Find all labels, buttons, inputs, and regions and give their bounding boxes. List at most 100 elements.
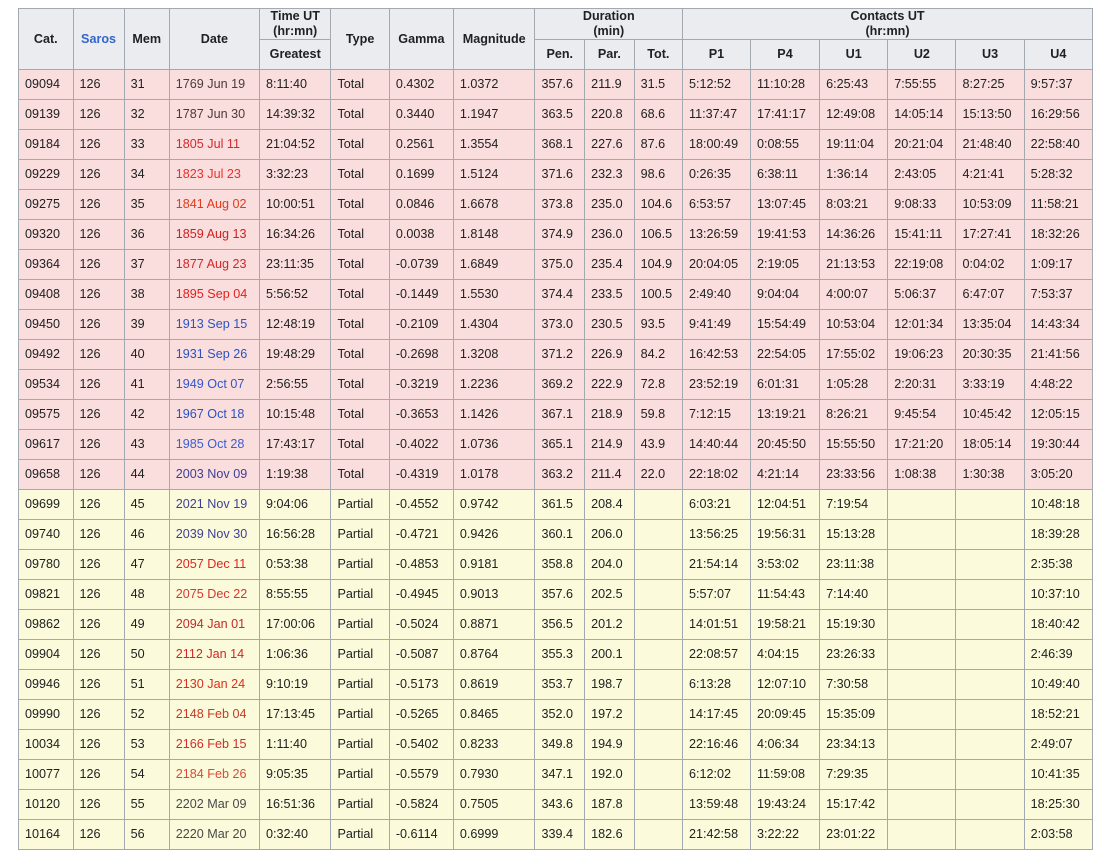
cell-tot: 84.2	[633, 339, 684, 371]
cell-pen: 374.9	[534, 219, 586, 251]
cell-mem: 47	[123, 549, 170, 581]
cell-u4: 21:41:56	[1023, 339, 1093, 371]
cell-mem: 54	[123, 759, 170, 791]
cell-par: 197.2	[584, 699, 635, 731]
saros-header-link[interactable]: Saros	[81, 32, 116, 46]
cell-mem: 31	[123, 69, 170, 101]
cell-tot: 87.6	[633, 129, 684, 161]
cell-greatest: 3:32:23	[258, 159, 332, 191]
cell-u2: 12:01:34	[887, 309, 957, 341]
cell-greatest: 23:11:35	[258, 249, 332, 281]
cell-type: Partial	[330, 579, 390, 611]
cell-greatest: 0:32:40	[258, 819, 332, 850]
cell-greatest: 17:43:17	[258, 429, 332, 461]
cell-p1: 14:17:45	[682, 699, 751, 731]
cell-greatest: 21:04:52	[258, 129, 332, 161]
cell-mem: 48	[123, 579, 170, 611]
cell-gamma: -0.4853	[388, 549, 454, 581]
cell-p1: 5:12:52	[682, 69, 751, 101]
cell-u1: 17:55:02	[819, 339, 889, 371]
cell-greatest: 16:51:36	[258, 789, 332, 821]
cell-p4: 4:04:15	[749, 639, 821, 671]
cell-saros: 126	[72, 339, 125, 371]
cell-p4: 4:21:14	[749, 459, 821, 491]
cell-date: 2184 Feb 26	[168, 759, 260, 791]
cell-p1: 14:01:51	[682, 609, 751, 641]
cell-p1: 6:03:21	[682, 489, 751, 521]
column-header-time-ut: Time UT (hr:mn)	[258, 7, 332, 41]
cell-date: 2003 Nov 09	[168, 459, 260, 491]
table-row: 09575 126 42 1967 Oct 18 10:15:48 Total -0.365…	[18, 399, 1093, 431]
cell-saros: 126	[72, 399, 125, 431]
cell-par: 200.1	[584, 639, 635, 671]
cell-greatest: 8:55:55	[258, 579, 332, 611]
cell-saros: 126	[72, 759, 125, 791]
cell-cat: 09320	[18, 219, 74, 251]
cell-date: 1895 Sep 04	[168, 279, 260, 311]
cell-mem: 38	[123, 279, 170, 311]
cell-cat: 09534	[18, 369, 74, 401]
cell-u1: 7:14:40	[819, 579, 889, 611]
column-header-par: Par.	[584, 39, 635, 71]
cell-u2: 19:06:23	[887, 339, 957, 371]
cell-date: 2021 Nov 19	[168, 489, 260, 521]
cell-p4: 19:56:31	[749, 519, 821, 551]
cell-tot	[633, 639, 684, 671]
cell-type: Total	[330, 99, 390, 131]
cell-u1: 1:05:28	[819, 369, 889, 401]
cell-p4: 11:54:43	[749, 579, 821, 611]
cell-greatest: 12:48:19	[258, 309, 332, 341]
cell-date: 2057 Dec 11	[168, 549, 260, 581]
cell-pen: 357.6	[534, 579, 586, 611]
cell-p4: 2:19:05	[749, 249, 821, 281]
cell-gamma: -0.5402	[388, 729, 454, 761]
cell-u2	[887, 759, 957, 791]
cell-u3: 21:48:40	[955, 129, 1025, 161]
cell-magnitude: 0.8465	[452, 699, 536, 731]
cell-u3: 10:45:42	[955, 399, 1025, 431]
cell-u4: 10:41:35	[1023, 759, 1093, 791]
cell-par: 198.7	[584, 669, 635, 701]
cell-mem: 49	[123, 609, 170, 641]
cell-mem: 40	[123, 339, 170, 371]
cell-cat: 09408	[18, 279, 74, 311]
cell-p1: 16:42:53	[682, 339, 751, 371]
cell-cat: 09139	[18, 99, 74, 131]
cell-u3: 15:13:50	[955, 99, 1025, 131]
cell-type: Partial	[330, 489, 390, 521]
cell-date: 1949 Oct 07	[168, 369, 260, 401]
cell-mem: 32	[123, 99, 170, 131]
cell-type: Partial	[330, 729, 390, 761]
cell-gamma: -0.4552	[388, 489, 454, 521]
column-header-saros: Saros	[72, 7, 125, 71]
cell-mem: 55	[123, 789, 170, 821]
cell-mem: 51	[123, 669, 170, 701]
cell-type: Total	[330, 279, 390, 311]
column-header-contacts-group: Contacts UT (hr:mn)	[682, 7, 1093, 41]
cell-pen: 365.1	[534, 429, 586, 461]
cell-par: 220.8	[584, 99, 635, 131]
cell-tot: 43.9	[633, 429, 684, 461]
cell-p4: 13:19:21	[749, 399, 821, 431]
table-row: 09946 126 51 2130 Jan 24 9:10:19 Partial -0.51…	[18, 669, 1093, 701]
cell-saros: 126	[72, 489, 125, 521]
table-row: 09617 126 43 1985 Oct 28 17:43:17 Total -0.402…	[18, 429, 1093, 461]
table-row: 09229 126 34 1823 Jul 23 3:32:23 Total 0.1699 1…	[18, 159, 1093, 191]
cell-date: 2148 Feb 04	[168, 699, 260, 731]
cell-greatest: 10:15:48	[258, 399, 332, 431]
cell-par: 211.4	[584, 459, 635, 491]
column-header-u2: U2	[887, 39, 957, 71]
column-header-magnitude: Magnitude	[452, 7, 536, 71]
cell-type: Total	[330, 339, 390, 371]
cell-date: 2039 Nov 30	[168, 519, 260, 551]
cell-date: 2130 Jan 24	[168, 669, 260, 701]
cell-cat: 09862	[18, 609, 74, 641]
cell-p4: 20:09:45	[749, 699, 821, 731]
cell-saros: 126	[72, 189, 125, 221]
time-ut-line1: Time UT	[270, 9, 320, 23]
cell-pen: 369.2	[534, 369, 586, 401]
cell-u2	[887, 579, 957, 611]
cell-par: 236.0	[584, 219, 635, 251]
cell-magnitude: 0.9742	[452, 489, 536, 521]
cell-greatest: 8:11:40	[258, 69, 332, 101]
